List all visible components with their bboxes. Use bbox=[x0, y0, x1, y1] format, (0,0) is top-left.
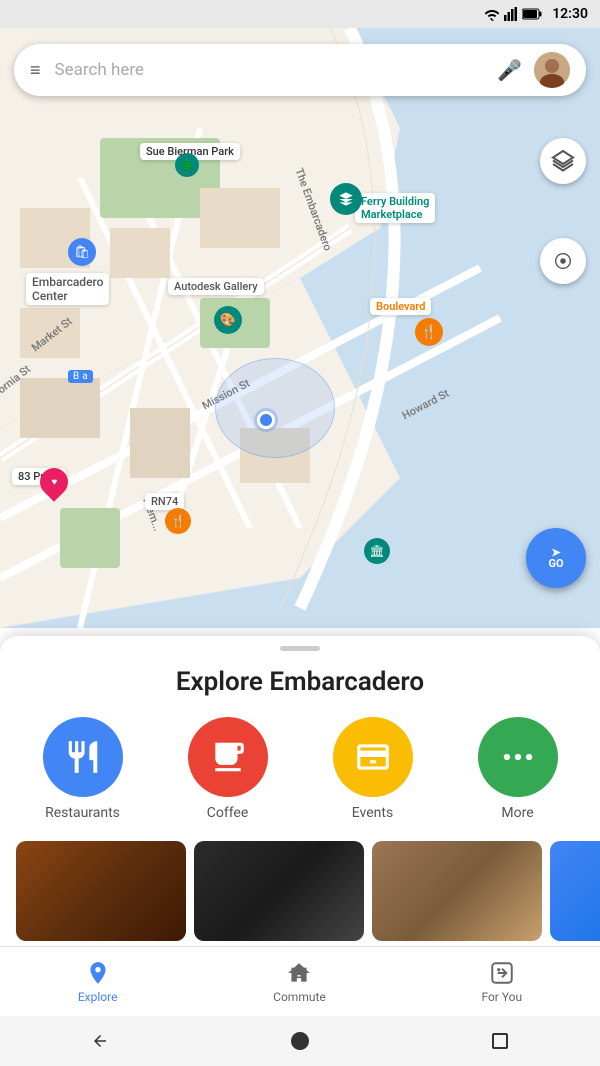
android-home-button[interactable] bbox=[285, 1026, 315, 1056]
embarcadero-center-icon[interactable]: 🛍 bbox=[68, 238, 96, 266]
avatar[interactable] bbox=[534, 52, 570, 88]
search-bar[interactable]: ≡ Search here 🎤 bbox=[14, 44, 586, 96]
preview-img-2 bbox=[194, 841, 364, 941]
android-nav-bar bbox=[0, 1016, 600, 1066]
explore-title: Explore Embarcadero bbox=[0, 667, 600, 697]
android-recents-button[interactable] bbox=[485, 1026, 515, 1056]
bottom-nav: Explore Commute For You bbox=[0, 946, 600, 1016]
nav-foryou[interactable]: For You bbox=[481, 960, 522, 1004]
mic-button[interactable]: 🎤 bbox=[497, 58, 522, 82]
boulevard-icon[interactable]: 🍴 bbox=[415, 318, 443, 346]
android-back-button[interactable] bbox=[85, 1026, 115, 1056]
nav-commute-label: Commute bbox=[273, 990, 326, 1004]
boulevard-label: Boulevard bbox=[370, 298, 431, 315]
preview-img-1 bbox=[16, 841, 186, 941]
nav-explore[interactable]: Explore bbox=[78, 960, 118, 1004]
events-label: Events bbox=[352, 805, 393, 821]
nav-explore-label: Explore bbox=[78, 990, 118, 1004]
user-location-dot bbox=[257, 411, 275, 429]
ferry-building-icon[interactable] bbox=[330, 183, 362, 215]
sheet-handle bbox=[280, 646, 320, 651]
park-icon: 🌲 bbox=[175, 153, 199, 177]
autodesk-gallery-label: Autodesk Gallery bbox=[168, 278, 264, 295]
restaurants-label: Restaurants bbox=[45, 805, 120, 821]
preview-row bbox=[0, 841, 600, 941]
map-area: Market St Mission St Howard St The Embar… bbox=[0, 28, 600, 628]
search-placeholder[interactable]: Search here bbox=[55, 60, 488, 80]
preview-card-3[interactable] bbox=[372, 841, 542, 941]
embarcadero-center-label: EmbarcaderoCenter bbox=[26, 273, 109, 305]
preview-img-4 bbox=[550, 841, 600, 941]
preview-card-2[interactable] bbox=[194, 841, 364, 941]
events-icon-circle bbox=[333, 717, 413, 797]
ferry-building-label: Ferry BuildingMarketplace bbox=[355, 193, 435, 223]
location-button[interactable] bbox=[540, 238, 586, 284]
category-restaurants[interactable]: Restaurants bbox=[43, 717, 123, 821]
status-time: 12:30 bbox=[552, 6, 588, 22]
autodesk-icon[interactable]: 🎨 bbox=[214, 306, 242, 334]
category-row: Restaurants Coffee Events bbox=[0, 717, 600, 821]
rn74-icon[interactable]: 🍴 bbox=[165, 508, 191, 534]
preview-card-4[interactable] bbox=[550, 841, 600, 941]
preview-img-3 bbox=[372, 841, 542, 941]
preview-card-1[interactable] bbox=[16, 841, 186, 941]
category-events[interactable]: Events bbox=[333, 717, 413, 821]
embarcadero-transit: B a bbox=[68, 370, 93, 383]
category-coffee[interactable]: Coffee bbox=[188, 717, 268, 821]
more-label: More bbox=[501, 805, 533, 821]
go-label: GO bbox=[548, 558, 563, 569]
map-layer-button[interactable] bbox=[540, 138, 586, 184]
bottom-teal-marker[interactable]: 🏛 bbox=[364, 538, 390, 564]
accuracy-circle bbox=[215, 358, 335, 458]
category-more[interactable]: More bbox=[478, 717, 558, 821]
status-bar: 12:30 bbox=[0, 0, 600, 28]
menu-button[interactable]: ≡ bbox=[30, 60, 41, 81]
nav-commute[interactable]: Commute bbox=[273, 960, 326, 1004]
coffee-icon-circle bbox=[188, 717, 268, 797]
restaurants-icon-circle bbox=[43, 717, 123, 797]
status-icons: 12:30 bbox=[484, 6, 588, 22]
more-icon-circle bbox=[478, 717, 558, 797]
coffee-label: Coffee bbox=[207, 805, 249, 821]
nav-foryou-label: For You bbox=[481, 990, 522, 1004]
go-button[interactable]: ➤ GO bbox=[526, 528, 586, 588]
83proof-marker[interactable]: ♥ bbox=[40, 468, 68, 496]
